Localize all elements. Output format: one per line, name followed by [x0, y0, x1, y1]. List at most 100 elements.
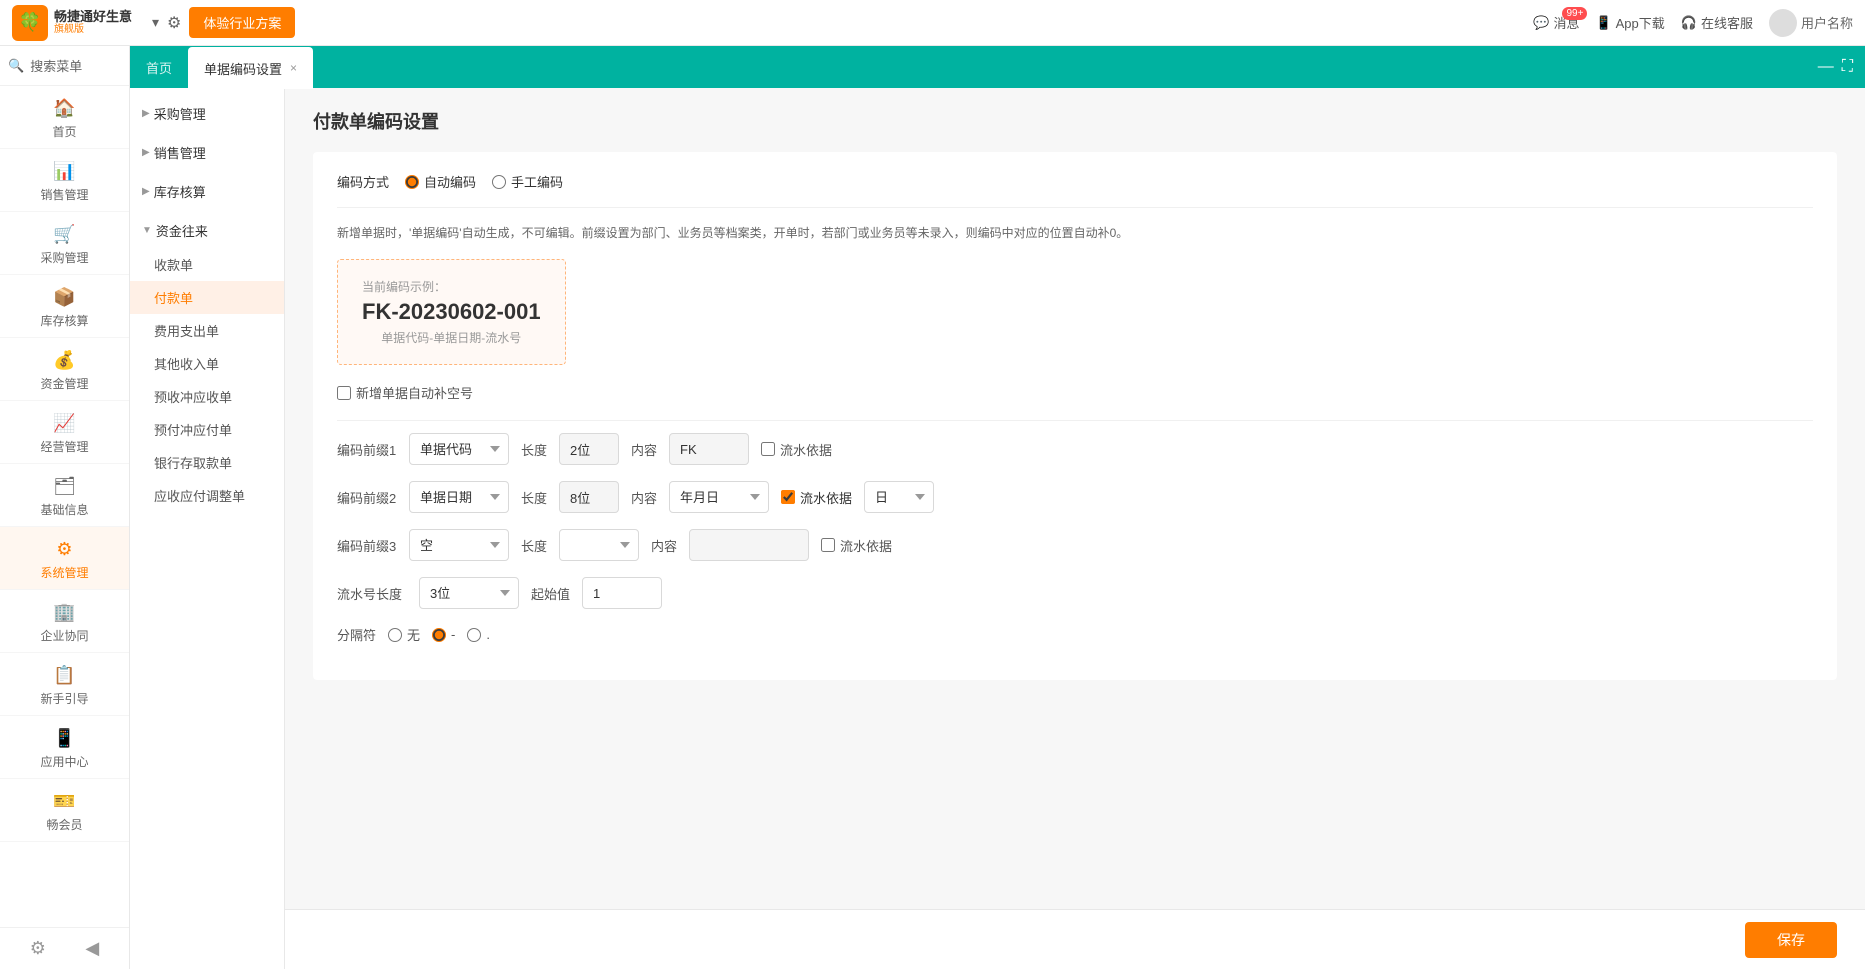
submenu-child-bank[interactable]: 银行存取款单 — [130, 446, 284, 479]
auto-code-radio-label[interactable]: 自动编码 — [405, 172, 476, 191]
nav-settings-icon[interactable]: ⚙ — [167, 13, 181, 33]
prefix3-select[interactable]: 空 — [409, 529, 509, 561]
sidebar-item-guide[interactable]: 📋 新手引导 — [0, 653, 129, 716]
sidebar-item-finance[interactable]: 💰 资金管理 — [0, 338, 129, 401]
sep-dot-radio[interactable] — [467, 628, 481, 642]
logo-text: 畅捷通好生意 旗舰版 — [54, 9, 132, 37]
logo-main: 畅捷通好生意 — [54, 9, 132, 25]
prefix2-label: 编码前缀2 — [337, 488, 397, 507]
serial-dep2-text: 流水依据 — [800, 488, 852, 507]
operation-icon: 📈 — [53, 413, 75, 434]
logo-sub: 旗舰版 — [54, 24, 132, 36]
sidebar-item-inventory[interactable]: 📦 库存核算 — [0, 275, 129, 338]
app-download-label: App下载 — [1616, 13, 1665, 32]
sidebar-item-label: 销售管理 — [40, 186, 88, 203]
serial-dep3-label[interactable]: 流水依据 — [821, 536, 892, 555]
manual-code-radio-label[interactable]: 手工编码 — [492, 172, 563, 191]
length2-input — [559, 481, 619, 513]
submenu-child-payment[interactable]: 付款单 — [130, 281, 284, 314]
sidebar-collapse-button[interactable]: ◀ — [85, 938, 99, 959]
code-example-sub: 单据代码-单据日期-流水号 — [362, 329, 541, 346]
content2-select[interactable]: 年月日 — [669, 481, 769, 513]
manual-code-radio[interactable] — [492, 175, 506, 189]
sidebar-item-label: 应用中心 — [40, 753, 88, 770]
code-example-box: 当前编码示例： FK-20230602-001 单据代码-单据日期-流水号 — [337, 259, 566, 365]
sidebar-item-system[interactable]: ⚙ 系统管理 — [0, 527, 129, 590]
sidebar-item-label: 采购管理 — [40, 249, 88, 266]
tab-home[interactable]: 首页 — [130, 46, 188, 88]
sidebar-search[interactable]: 🔍 搜索菜单 — [0, 46, 129, 86]
sidebar-item-label: 新手引导 — [40, 690, 88, 707]
submenu-child-adjust[interactable]: 应收应付调整单 — [130, 479, 284, 512]
tab-close-icon[interactable]: × — [290, 61, 297, 75]
group-label: 销售管理 — [154, 143, 206, 162]
separator-label: 分隔符 — [337, 625, 376, 644]
app-download-button[interactable]: 📱 App下载 — [1595, 13, 1664, 32]
prefix-row-1: 编码前缀1 单据代码 长度 内容 流水依据 — [337, 433, 1813, 465]
save-button[interactable]: 保存 — [1745, 922, 1837, 958]
sidebar-item-member[interactable]: 🎫 畅会员 — [0, 779, 129, 842]
serial-length-select[interactable]: 3位 — [419, 577, 519, 609]
dep2-unit-select[interactable]: 日 — [864, 481, 934, 513]
submenu-group-purchase-title[interactable]: ▶ 采购管理 — [130, 96, 284, 131]
message-icon: 💬 — [1533, 15, 1549, 31]
sidebar-item-apps[interactable]: 📱 应用中心 — [0, 716, 129, 779]
serial-dep3-checkbox[interactable] — [821, 538, 835, 552]
start-value-label: 起始值 — [531, 584, 570, 603]
message-button[interactable]: 💬 消息 99+ — [1533, 13, 1579, 32]
purchase-icon: 🛒 — [53, 224, 75, 245]
sep-none-radio[interactable] — [388, 628, 402, 642]
submenu-child-income[interactable]: 其他收入单 — [130, 347, 284, 380]
topbar-right: 💬 消息 99+ 📱 App下载 🎧 在线客服 用户名称 — [1533, 9, 1853, 37]
code-example-value: FK-20230602-001 — [362, 299, 541, 325]
length1-input — [559, 433, 619, 465]
serial-dep1-checkbox[interactable] — [761, 442, 775, 456]
auto-code-radio[interactable] — [405, 175, 419, 189]
length3-select[interactable] — [559, 529, 639, 561]
submenu-child-prepay-pay[interactable]: 预付冲应付单 — [130, 413, 284, 446]
submenu-group-capital-title[interactable]: ▼ 资金往来 — [130, 213, 284, 248]
industry-button[interactable]: 体验行业方案 — [189, 7, 295, 38]
sidebar-item-basic[interactable]: 🗂 基础信息 — [0, 464, 129, 527]
serial-dep2-label[interactable]: 流水依据 — [781, 488, 852, 507]
coding-mode-row: 编码方式 自动编码 手工编码 — [337, 172, 1813, 208]
code-example-label: 当前编码示例： — [362, 278, 541, 295]
sidebar-settings-button[interactable]: ⚙ — [30, 938, 46, 959]
prefix2-select[interactable]: 单据日期 — [409, 481, 509, 513]
tab-coding-settings[interactable]: 单据编码设置 × — [188, 47, 313, 89]
sep-none-label[interactable]: 无 — [388, 625, 420, 644]
sidebar-item-purchase[interactable]: 🛒 采购管理 — [0, 212, 129, 275]
auto-fill-label[interactable]: 新增单据自动补空号 — [337, 383, 473, 402]
auto-fill-row: 新增单据自动补空号 — [337, 383, 1813, 402]
sidebar-item-label: 资金管理 — [40, 375, 88, 392]
tab-maximize-icon[interactable]: ⛶ — [1842, 58, 1853, 76]
sidebar-item-enterprise[interactable]: 🏢 企业协同 — [0, 590, 129, 653]
serial-dep1-text: 流水依据 — [780, 440, 832, 459]
serial-dep2-checkbox[interactable] — [781, 490, 795, 504]
online-service-button[interactable]: 🎧 在线客服 — [1681, 13, 1753, 32]
sidebar-item-home[interactable]: 🏠 首页 — [0, 86, 129, 149]
sidebar-item-operation[interactable]: 📈 经营管理 — [0, 401, 129, 464]
sidebar-item-sales[interactable]: 📊 销售管理 — [0, 149, 129, 212]
sidebar: 🔍 搜索菜单 🏠 首页 📊 销售管理 🛒 采购管理 📦 库存核算 💰 — [0, 46, 130, 969]
submenu-child-prepay-recv[interactable]: 预收冲应收单 — [130, 380, 284, 413]
submenu-group-inventory-title[interactable]: ▶ 库存核算 — [130, 174, 284, 209]
content3-input — [689, 529, 809, 561]
sep-dash-label[interactable]: - — [432, 627, 455, 642]
serial-dep1-label[interactable]: 流水依据 — [761, 440, 832, 459]
user-avatar[interactable]: 用户名称 — [1769, 9, 1853, 37]
auto-fill-checkbox[interactable] — [337, 386, 351, 400]
submenu-child-receipt[interactable]: 收款单 — [130, 248, 284, 281]
start-value-input[interactable] — [582, 577, 662, 609]
coding-mode-label: 编码方式 — [337, 172, 389, 191]
topbar: 🍀 畅捷通好生意 旗舰版 ▾ ⚙ 体验行业方案 💬 消息 99+ 📱 App下载… — [0, 0, 1865, 46]
prefix1-select[interactable]: 单据代码 — [409, 433, 509, 465]
nav-arrow-icon[interactable]: ▾ — [152, 14, 159, 31]
submenu-group-sales-title[interactable]: ▶ 销售管理 — [130, 135, 284, 170]
sep-dot-label[interactable]: . — [467, 627, 490, 642]
online-service-icon: 🎧 — [1681, 15, 1697, 31]
tab-minimize-icon[interactable]: — — [1818, 58, 1834, 76]
sep-dash-radio[interactable] — [432, 628, 446, 642]
submenu-group-inventory: ▶ 库存核算 — [130, 174, 284, 209]
submenu-child-expense[interactable]: 费用支出单 — [130, 314, 284, 347]
